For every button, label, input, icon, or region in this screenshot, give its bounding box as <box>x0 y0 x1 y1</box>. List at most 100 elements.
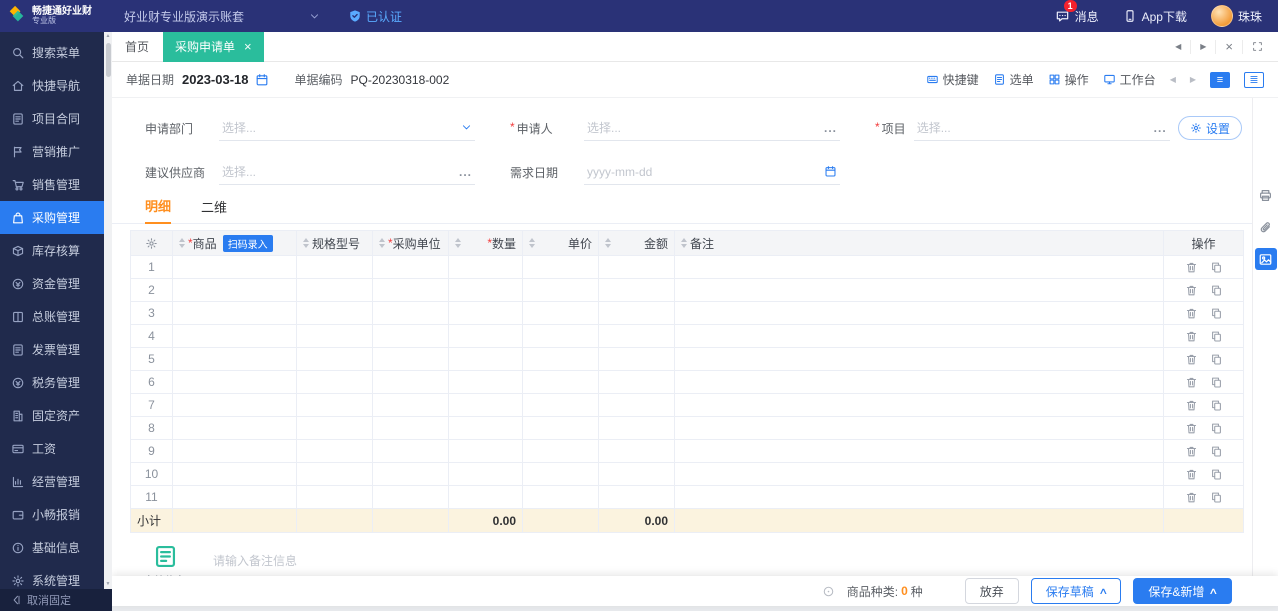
cell-spec-model[interactable] <box>296 416 373 440</box>
sidebar-item-sales[interactable]: 销售管理 <box>0 168 112 201</box>
cell-purchase-unit[interactable] <box>372 370 449 394</box>
scan-entry-badge[interactable]: 扫码录入 <box>222 234 273 252</box>
delete-row-icon[interactable] <box>1185 307 1198 320</box>
cell-unit-price[interactable] <box>522 393 599 417</box>
column-header-purchase-unit[interactable]: * 采购单位 <box>372 230 449 256</box>
cell-unit-price[interactable] <box>522 416 599 440</box>
sort-icon[interactable] <box>681 238 687 248</box>
cell-spec-model[interactable] <box>296 347 373 371</box>
settings-button[interactable]: 设置 <box>1177 116 1242 140</box>
cell-remark[interactable] <box>674 347 1164 371</box>
cell-quantity[interactable] <box>448 301 523 325</box>
cell-product[interactable] <box>172 278 297 302</box>
sidebar-item-purchase[interactable]: 采购管理 <box>0 201 112 234</box>
cell-remark[interactable] <box>674 439 1164 463</box>
shortcut-keys-button[interactable]: 快捷键 <box>926 71 979 88</box>
delete-row-icon[interactable] <box>1185 376 1198 389</box>
copy-row-icon[interactable] <box>1210 330 1223 343</box>
pick-order-button[interactable]: 选单 <box>993 71 1034 88</box>
sidebar-item-search-menu[interactable]: 搜索菜单 <box>0 36 112 69</box>
cell-unit-price[interactable] <box>522 347 599 371</box>
cell-quantity[interactable] <box>448 439 523 463</box>
cell-spec-model[interactable] <box>296 278 373 302</box>
cell-purchase-unit[interactable] <box>372 485 449 509</box>
delete-row-icon[interactable] <box>1185 353 1198 366</box>
tab-detail[interactable]: 明细 <box>145 196 172 224</box>
column-header-remark[interactable]: 备注 <box>674 230 1164 256</box>
cell-product[interactable] <box>172 301 297 325</box>
scroll-down-icon[interactable]: ▼ <box>106 580 111 589</box>
cell-unit-price[interactable] <box>522 278 599 302</box>
cell-product[interactable] <box>172 347 297 371</box>
cell-purchase-unit[interactable] <box>372 462 449 486</box>
cell-remark[interactable] <box>674 370 1164 394</box>
copy-row-icon[interactable] <box>1210 468 1223 481</box>
sort-icon[interactable] <box>605 238 611 248</box>
cell-remark[interactable] <box>674 324 1164 348</box>
delete-row-icon[interactable] <box>1185 399 1198 412</box>
chevron-down-icon[interactable] <box>461 122 472 133</box>
cell-amount[interactable] <box>598 485 675 509</box>
cell-product[interactable] <box>172 255 297 279</box>
project-select[interactable]: 选择... ... <box>913 116 1170 141</box>
cell-remark[interactable] <box>674 255 1164 279</box>
delete-row-icon[interactable] <box>1185 468 1198 481</box>
scrollbar-thumb[interactable] <box>105 43 111 77</box>
copy-row-icon[interactable] <box>1210 307 1223 320</box>
sidebar-item-marketing[interactable]: 营销推广 <box>0 135 112 168</box>
image-panel-button[interactable] <box>1254 248 1277 270</box>
sidebar-item-inventory[interactable]: 库存核算 <box>0 234 112 267</box>
copy-row-icon[interactable] <box>1210 261 1223 274</box>
cell-purchase-unit[interactable] <box>372 439 449 463</box>
sidebar-item-quick-nav[interactable]: 快捷导航 <box>0 69 112 102</box>
sidebar-item-reimburse[interactable]: 小畅报销 <box>0 498 112 531</box>
cell-quantity[interactable] <box>448 393 523 417</box>
workbench-button[interactable]: 工作台 <box>1103 71 1156 88</box>
save-draft-button[interactable]: 保存草稿 ∧ <box>1030 578 1122 604</box>
scroll-up-icon[interactable]: ▲ <box>106 32 111 41</box>
sort-icon[interactable] <box>379 238 385 248</box>
cell-purchase-unit[interactable] <box>372 255 449 279</box>
copy-row-icon[interactable] <box>1210 445 1223 458</box>
copy-row-icon[interactable] <box>1210 353 1223 366</box>
summary-collapse-icon[interactable] <box>822 585 835 598</box>
cell-remark[interactable] <box>674 301 1164 325</box>
cell-spec-model[interactable] <box>296 301 373 325</box>
delete-row-icon[interactable] <box>1185 491 1198 504</box>
cell-quantity[interactable] <box>448 370 523 394</box>
cell-amount[interactable] <box>598 347 675 371</box>
unpin-sidebar-button[interactable]: 取消固定 <box>0 589 112 611</box>
close-tab-icon[interactable]: × <box>244 39 252 54</box>
prev-tab-icon[interactable]: ◀ <box>1166 40 1190 54</box>
copy-row-icon[interactable] <box>1210 491 1223 504</box>
cell-remark[interactable] <box>674 393 1164 417</box>
cell-amount[interactable] <box>598 255 675 279</box>
fullscreen-icon[interactable] <box>1242 39 1272 54</box>
cell-spec-model[interactable] <box>296 439 373 463</box>
doc-date-value[interactable]: 2023-03-18 <box>182 72 249 87</box>
cell-purchase-unit[interactable] <box>372 324 449 348</box>
cell-amount[interactable] <box>598 278 675 302</box>
copy-row-icon[interactable] <box>1210 284 1223 297</box>
column-header-amount[interactable]: 金额 <box>598 230 675 256</box>
attachment-button[interactable] <box>1255 216 1277 238</box>
sidebar-item-payroll[interactable]: 工资 <box>0 432 112 465</box>
cell-purchase-unit[interactable] <box>372 301 449 325</box>
cell-unit-price[interactable] <box>522 301 599 325</box>
tab-purchase-requisition[interactable]: 采购申请单 × <box>163 31 264 62</box>
apply-dept-select[interactable]: 选择... <box>219 116 475 141</box>
cell-product[interactable] <box>172 485 297 509</box>
column-header-unit-price[interactable]: 单价 <box>522 230 599 256</box>
cell-amount[interactable] <box>598 462 675 486</box>
sidebar-item-general-ledger[interactable]: 总账管理 <box>0 300 112 333</box>
cell-purchase-unit[interactable] <box>372 416 449 440</box>
close-all-tabs-icon[interactable]: × <box>1215 39 1242 54</box>
applicant-select[interactable]: 选择... ... <box>584 116 840 141</box>
column-settings-button[interactable] <box>130 230 173 256</box>
save-and-new-button[interactable]: 保存&新增 ∧ <box>1133 578 1232 604</box>
tab-2d[interactable]: 二维 <box>201 197 227 223</box>
app-download-button[interactable]: App下载 <box>1123 8 1187 25</box>
picker-ellipsis-icon[interactable]: ... <box>1154 121 1167 135</box>
cell-purchase-unit[interactable] <box>372 278 449 302</box>
cell-amount[interactable] <box>598 416 675 440</box>
